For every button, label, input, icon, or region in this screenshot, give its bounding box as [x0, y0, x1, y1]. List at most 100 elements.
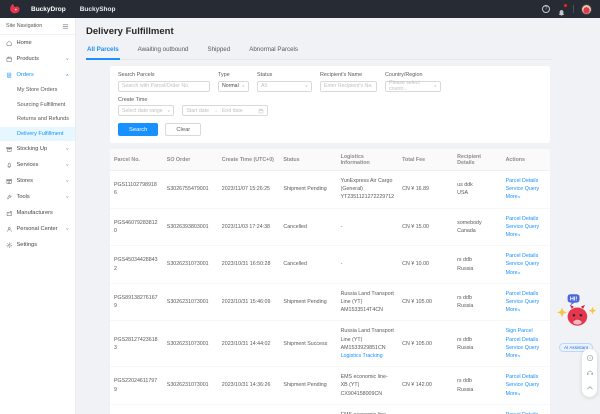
orders-icon: [7, 72, 12, 78]
recipient-line: rs ddb: [457, 378, 472, 385]
sidebar-item-services[interactable]: Services ∨: [0, 157, 75, 173]
buckydrop-logo-icon: [10, 3, 20, 13]
cell-parcel-no: PGS460792838120: [110, 208, 163, 247]
date-range-type-select[interactable]: Select date range ∨: [118, 105, 175, 116]
column-header-recipient-details: Recipient Details: [453, 149, 502, 171]
sidebar-item-label: Home: [16, 40, 32, 46]
search-button[interactable]: Search: [118, 123, 159, 136]
brand-buckydrop[interactable]: BuckyDrop: [31, 6, 66, 13]
back-to-top-icon[interactable]: [586, 384, 594, 392]
action-more-link[interactable]: More∨: [506, 352, 546, 360]
cell-recipient: rs ddb Russia: [453, 283, 502, 322]
sidebar-item-stocking-up[interactable]: Stocking Up ∨: [0, 141, 75, 157]
sidebar-subitem-delivery-fulfillment[interactable]: Delivery Fulfillment: [0, 126, 75, 141]
action-service-query-link[interactable]: Service Query: [506, 223, 546, 231]
help-icon[interactable]: ?: [542, 5, 550, 13]
cell-actions: Parcel DetailsService QueryMore∨: [501, 208, 550, 247]
type-select[interactable]: Normal ∨: [218, 80, 249, 92]
action-more-link[interactable]: More∨: [506, 306, 546, 314]
table-row: PGS281274236183 S3026231073001 2023/10/31 …: [110, 320, 550, 368]
tab-all-parcels[interactable]: All Parcels: [86, 44, 120, 60]
action-parcel-details-link[interactable]: Parcel Details: [506, 373, 546, 381]
tab-abnormal-parcels[interactable]: Abnormal Parcels: [248, 44, 299, 59]
cell-parcel-no: PGS880895715553: [110, 404, 163, 414]
cell-total-fee: CN ¥ 142.00: [398, 366, 454, 405]
chevron-down-icon: ∨: [65, 162, 69, 167]
action-more-link[interactable]: More∨: [506, 269, 546, 277]
table-row: PGS880895715553S30262310730012023/10/31 …: [110, 404, 550, 414]
cell-create-time: 2023/10/31 16:50:28: [217, 245, 280, 284]
column-header-create-time-utc-0: Create Time (UTC+0): [217, 149, 280, 171]
sidebar-item-label: Settings: [16, 242, 38, 248]
collapse-menu-icon[interactable]: [62, 23, 69, 30]
logistics-tracking-link[interactable]: Logistics Tracking: [341, 352, 395, 360]
sidebar-item-products[interactable]: Products ∨: [0, 51, 75, 67]
action-service-query-link[interactable]: Service Query: [506, 344, 546, 352]
clear-button[interactable]: Clear: [165, 123, 202, 136]
sidebar-item-settings[interactable]: Settings: [0, 237, 75, 253]
chevron-down-icon: ∨: [65, 146, 69, 151]
recipient-line: Russia: [457, 344, 474, 351]
cell-status: Cancelled: [279, 245, 337, 284]
cell-logistics: -: [336, 245, 399, 284]
topbar-divider: [573, 5, 574, 13]
recipient-line: rs ddb: [457, 257, 472, 264]
sidebar-item-manufacturers[interactable]: Manufacturers: [0, 205, 75, 221]
sidebar-item-personal-center[interactable]: Personal Center ∨: [0, 221, 75, 237]
action-service-query-link[interactable]: Service Query: [506, 298, 546, 306]
column-header-parcel-no: Parcel No.: [110, 149, 163, 171]
cell-logistics: Russia Land Transport Line (YT) AM1533929…: [336, 320, 399, 368]
search-parcels-input[interactable]: [118, 80, 210, 92]
cell-create-time: 2023/10/31 14:36:26: [217, 366, 280, 405]
sidebar-item-home[interactable]: Home: [0, 35, 75, 51]
sidebar-item-orders[interactable]: Orders ∧: [0, 67, 75, 83]
cell-status: Shipment Success: [279, 320, 337, 368]
action-service-query-link[interactable]: Service Query: [506, 185, 546, 193]
logistics-line: AM1533514T4CN: [340, 307, 383, 314]
cell-so-order: S3026393803001: [162, 208, 218, 247]
country-region-select[interactable]: Please select countr... ∨: [385, 80, 441, 92]
action-parcel-details-link[interactable]: Parcel Details: [506, 215, 546, 223]
status-label: Status: [257, 72, 273, 78]
action-parcel-details-link[interactable]: Parcel Details: [506, 177, 546, 185]
cell-recipient: somebody Canada: [453, 208, 502, 247]
cell-total-fee: CN ¥ 105.00: [398, 283, 454, 322]
action-parcel-details-link[interactable]: Parcel Details: [506, 336, 546, 344]
cell-so-order: S3026231073001: [162, 245, 218, 284]
cell-status: Cancelled: [279, 208, 337, 247]
action-service-query-link[interactable]: Service Query: [506, 381, 546, 389]
action-service-query-link[interactable]: Service Query: [506, 260, 546, 268]
cell-total-fee: CN ¥ 15.00: [398, 208, 454, 247]
tab-shipped[interactable]: Shipped: [206, 44, 231, 59]
action-more-link[interactable]: More∨: [506, 390, 546, 398]
recipient-name-input[interactable]: [320, 80, 377, 92]
table-row: PGS891382761679 S3026231073001 2023/10/31 …: [110, 283, 550, 322]
cell-total-fee: CN ¥ 10.00: [398, 245, 454, 284]
sidebar-subitem-sourcing-fulfillment[interactable]: Sourcing Fulfillment: [0, 98, 75, 113]
brand-buckyshop[interactable]: BuckyShop: [80, 6, 116, 13]
action-more-link[interactable]: More∨: [506, 193, 546, 201]
action-parcel-details-link[interactable]: Parcel Details: [506, 290, 546, 298]
cell-actions: Parcel DetailsService QueryMore∨: [501, 245, 550, 284]
ai-assistant-widget[interactable]: HI! AI Assistant: [553, 291, 599, 354]
sidebar-item-stores[interactable]: Stores ∨: [0, 173, 75, 189]
user-avatar[interactable]: [581, 3, 592, 15]
action-sign-parcel-link[interactable]: Sign Parcel: [506, 327, 546, 335]
action-more-link[interactable]: More∨: [506, 231, 546, 239]
customer-service-headset-icon[interactable]: [586, 369, 594, 377]
cell-so-order: S3026231073001: [162, 283, 218, 322]
chevron-down-icon: ∨: [517, 307, 521, 312]
tab-awaiting-outbound[interactable]: Awaiting outbound: [137, 44, 190, 59]
products-icon: [6, 56, 12, 62]
status-select[interactable]: All ∨: [257, 80, 312, 92]
feedback-icon[interactable]: [586, 354, 594, 362]
sidebar-subitem-my-store-orders[interactable]: My Store Orders: [0, 83, 75, 98]
date-range-picker[interactable]: Start date → End date: [182, 105, 268, 116]
sidebar-item-tools[interactable]: Tools ∨: [0, 189, 75, 205]
notifications-bell-icon[interactable]: [557, 3, 567, 16]
sidebar-subitem-returns-and-refunds[interactable]: Returns and Refunds: [0, 112, 75, 127]
chevron-down-icon: ∨: [65, 194, 69, 199]
action-parcel-details-link[interactable]: Parcel Details: [506, 252, 546, 260]
sidebar-item-label: Products: [16, 56, 39, 62]
home-icon: [6, 40, 12, 46]
